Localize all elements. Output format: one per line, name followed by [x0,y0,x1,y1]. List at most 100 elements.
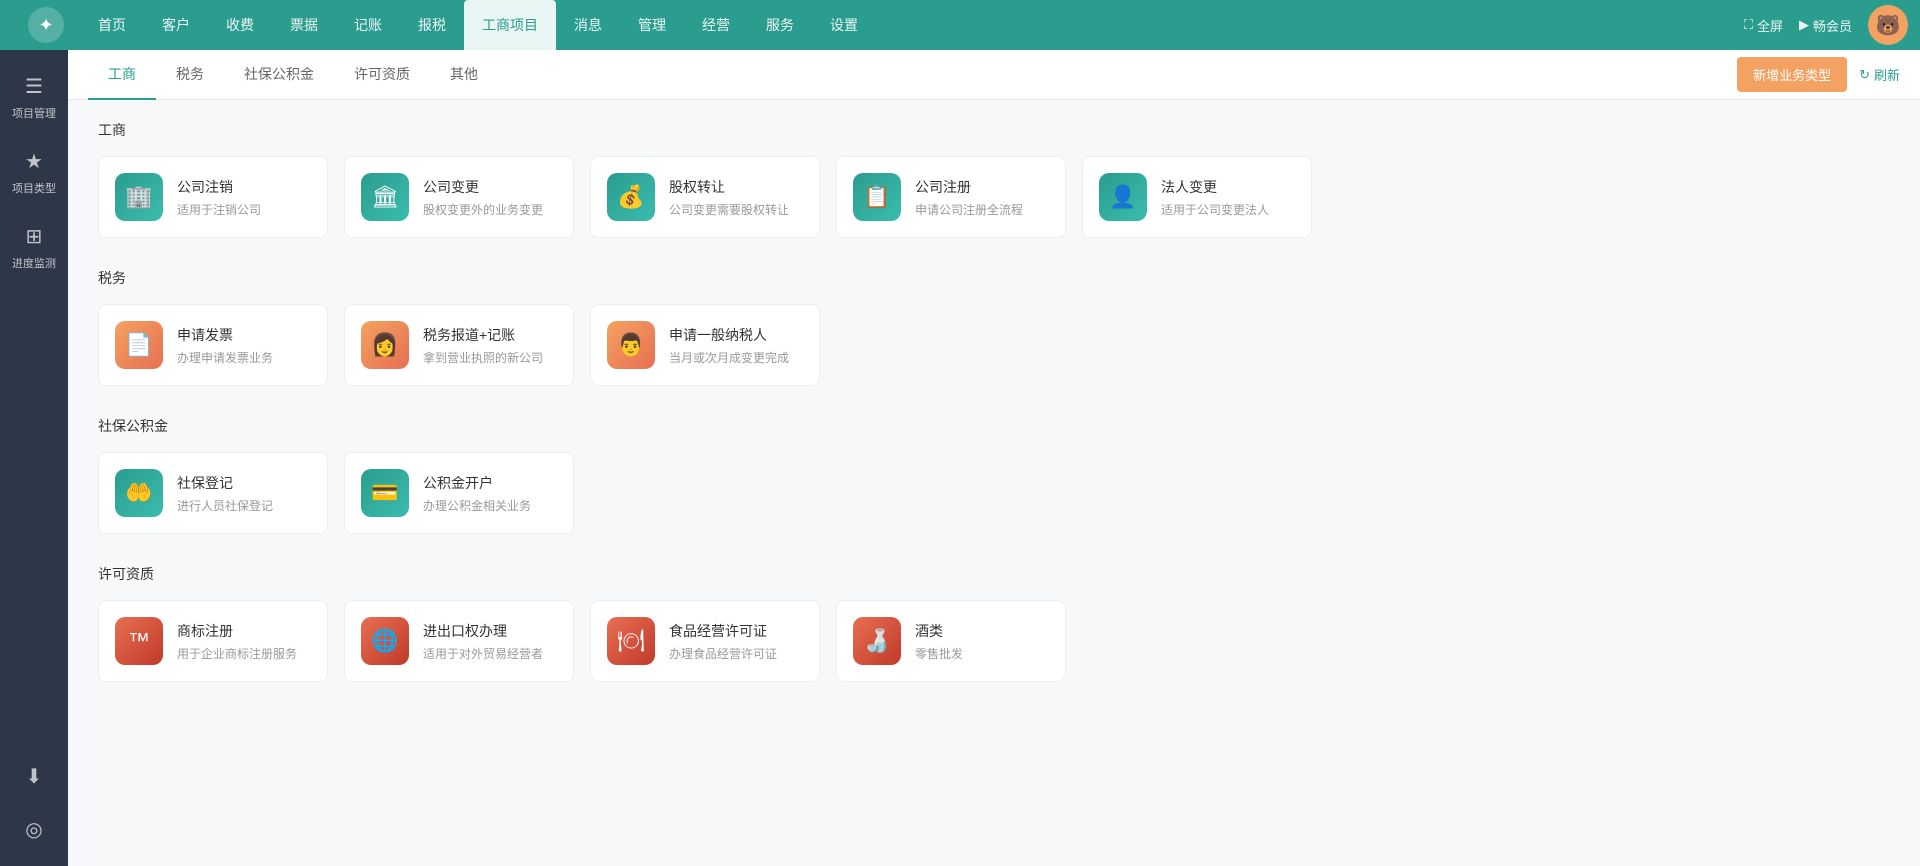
cards-grid-shuiwu: 📄 申请发票办理申请发票业务 👩税务报道+记账拿到营业执照的新公司 👨 申请一般纳税人当… [98,304,1890,386]
card-desc-shuiwu-1: 拿到营业执照的新公司 [423,349,557,366]
nav-item-客户[interactable]: 客户 [144,0,208,50]
card-text-xuke-2: 食品经营许可证办理食品经营许可证 [669,621,803,662]
refresh-button[interactable]: ↻ 刷新 [1859,65,1900,84]
service-card-gongshang-2[interactable]: 💰股权转让公司变更需要股权转让 [590,156,820,238]
card-icon-xuke-2: 🍽 [607,617,655,665]
section-title-gongshang: 工商 [98,120,1890,140]
tab-其他[interactable]: 其他 [430,50,498,100]
card-icon-shuiwu-1: 👩 [361,321,409,369]
card-text-gongshang-0: 公司注销适用于注销公司 [177,177,311,218]
tabs-bar: 工商税务社保公积金许可资质其他 新增业务类型 ↻ 刷新 [68,50,1920,100]
sidebar-label: 项目管理 [12,105,56,121]
nav-item-消息[interactable]: 消息 [556,0,620,50]
card-icon-shuiwu-2: 👨 [607,321,655,369]
tab-社保公积金[interactable]: 社保公积金 [224,50,334,100]
service-card-shebao-0[interactable]: 🤲 社保登记进行人员社保登记 [98,452,328,534]
card-title-gongshang-1: 公司变更 [423,177,557,197]
service-card-xuke-2[interactable]: 🍽 食品经营许可证办理食品经营许可证 [590,600,820,682]
service-card-xuke-3[interactable]: 🍶 酒类零售批发 [836,600,1066,682]
nav-item-管理[interactable]: 管理 [620,0,684,50]
nav-item-设置[interactable]: 设置 [812,0,876,50]
sidebar-label: 项目类型 [12,180,56,196]
nav-item-票据[interactable]: 票据 [272,0,336,50]
sidebar-bottom-item[interactable]: ⬇ [0,750,68,803]
service-card-shuiwu-2[interactable]: 👨 申请一般纳税人当月或次月成变更完成 [590,304,820,386]
card-icon-shebao-0: 🤲 [115,469,163,517]
tabs-container: 工商税务社保公积金许可资质其他 [88,50,498,99]
nav-item-服务[interactable]: 服务 [748,0,812,50]
sidebar-bottom-icon: ⬇ [26,764,43,789]
card-desc-xuke-0: 用于企业商标注册服务 [177,645,311,662]
fullscreen-icon: ⛶ [1744,17,1753,33]
service-card-gongshang-4[interactable]: 👤法人变更适用于公司变更法人 [1082,156,1312,238]
card-title-shuiwu-0: 申请发票 [177,325,311,345]
sidebar-item-项目管理[interactable]: ☰ 项目管理 [0,60,68,135]
card-desc-gongshang-3: 申请公司注册全流程 [915,201,1049,218]
tab-许可资质[interactable]: 许可资质 [334,50,430,100]
nav-item-收费[interactable]: 收费 [208,0,272,50]
card-text-shebao-0: 社保登记进行人员社保登记 [177,473,311,514]
member-btn[interactable]: ▶ 畅会员 [1799,16,1852,35]
card-text-xuke-0: 商标注册用于企业商标注册服务 [177,621,311,662]
card-title-shebao-0: 社保登记 [177,473,311,493]
fullscreen-label: 全屏 [1757,16,1783,35]
card-icon-gongshang-0: 🏢 [115,173,163,221]
card-text-xuke-1: 进出口权办理适用于对外贸易经营者 [423,621,557,662]
service-card-gongshang-1[interactable]: 🏛公司变更股权变更外的业务变更 [344,156,574,238]
section-title-xuke: 许可资质 [98,564,1890,584]
card-text-shuiwu-0: 申请发票办理申请发票业务 [177,325,311,366]
member-icon: ▶ [1799,17,1809,33]
service-card-shuiwu-1[interactable]: 👩税务报道+记账拿到营业执照的新公司 [344,304,574,386]
sidebar-icon: ☰ [25,74,43,99]
card-desc-gongshang-0: 适用于注销公司 [177,201,311,218]
card-title-xuke-2: 食品经营许可证 [669,621,803,641]
service-card-shuiwu-0[interactable]: 📄 申请发票办理申请发票业务 [98,304,328,386]
nav-item-记账[interactable]: 记账 [336,0,400,50]
card-title-shebao-1: 公积金开户 [423,473,557,493]
sidebar-item-项目类型[interactable]: ★ 项目类型 [0,135,68,210]
logo-area: ✦ [12,7,80,43]
sidebar-bottom-item[interactable]: ◎ [0,803,68,856]
section-shuiwu: 税务 📄 申请发票办理申请发票业务 👩税务报道+记账拿到营业执照的新公司 👨 申请一般纳税… [98,268,1890,386]
card-desc-xuke-1: 适用于对外贸易经营者 [423,645,557,662]
nav-item-报税[interactable]: 报税 [400,0,464,50]
card-title-xuke-1: 进出口权办理 [423,621,557,641]
new-business-type-button[interactable]: 新增业务类型 [1737,57,1847,92]
card-icon-shuiwu-0: 📄 [115,321,163,369]
card-icon-xuke-3: 🍶 [853,617,901,665]
sidebar-icon: ★ [25,149,43,174]
refresh-icon: ↻ [1859,67,1870,83]
service-card-xuke-1[interactable]: 🌐 进出口权办理适用于对外贸易经营者 [344,600,574,682]
card-text-xuke-3: 酒类零售批发 [915,621,1049,662]
card-text-shuiwu-2: 申请一般纳税人当月或次月成变更完成 [669,325,803,366]
left-sidebar: ☰项目管理★项目类型⊞进度监测⬇◎ [0,50,68,866]
sidebar-icon: ⊞ [26,224,43,249]
section-title-shuiwu: 税务 [98,268,1890,288]
sidebar-item-进度监测[interactable]: ⊞进度监测 [0,210,68,285]
card-icon-xuke-1: 🌐 [361,617,409,665]
card-title-gongshang-0: 公司注销 [177,177,311,197]
sidebar-bottom-icon: ◎ [25,817,42,842]
cards-grid-xuke: ™ 商标注册用于企业商标注册服务 🌐 进出口权办理适用于对外贸易经营者 🍽 食品经营许可证… [98,600,1890,682]
service-card-xuke-0[interactable]: ™ 商标注册用于企业商标注册服务 [98,600,328,682]
tab-工商[interactable]: 工商 [88,50,156,100]
service-card-gongshang-0[interactable]: 🏢 公司注销适用于注销公司 [98,156,328,238]
card-desc-shuiwu-2: 当月或次月成变更完成 [669,349,803,366]
scroll-content[interactable]: 工商 🏢 公司注销适用于注销公司 🏛公司变更股权变更外的业务变更💰股权转让公司变更需要… [68,100,1920,866]
card-title-xuke-0: 商标注册 [177,621,311,641]
nav-item-工商项目[interactable]: 工商项目 [464,0,556,50]
section-shebao: 社保公积金🤲社保登记进行人员社保登记💳公积金开户办理公积金相关业务 [98,416,1890,534]
nav-item-经营[interactable]: 经营 [684,0,748,50]
fullscreen-btn[interactable]: ⛶ 全屏 [1744,16,1783,35]
service-card-shebao-1[interactable]: 💳公积金开户办理公积金相关业务 [344,452,574,534]
card-icon-xuke-0: ™ [115,617,163,665]
tab-税务[interactable]: 税务 [156,50,224,100]
card-title-gongshang-4: 法人变更 [1161,177,1295,197]
service-card-gongshang-3[interactable]: 📋公司注册申请公司注册全流程 [836,156,1066,238]
card-text-gongshang-1: 公司变更股权变更外的业务变更 [423,177,557,218]
card-title-shuiwu-2: 申请一般纳税人 [669,325,803,345]
sidebar-bottom: ⬇◎ [0,750,68,856]
card-title-gongshang-3: 公司注册 [915,177,1049,197]
nav-item-首页[interactable]: 首页 [80,0,144,50]
card-desc-shuiwu-0: 办理申请发票业务 [177,349,311,366]
